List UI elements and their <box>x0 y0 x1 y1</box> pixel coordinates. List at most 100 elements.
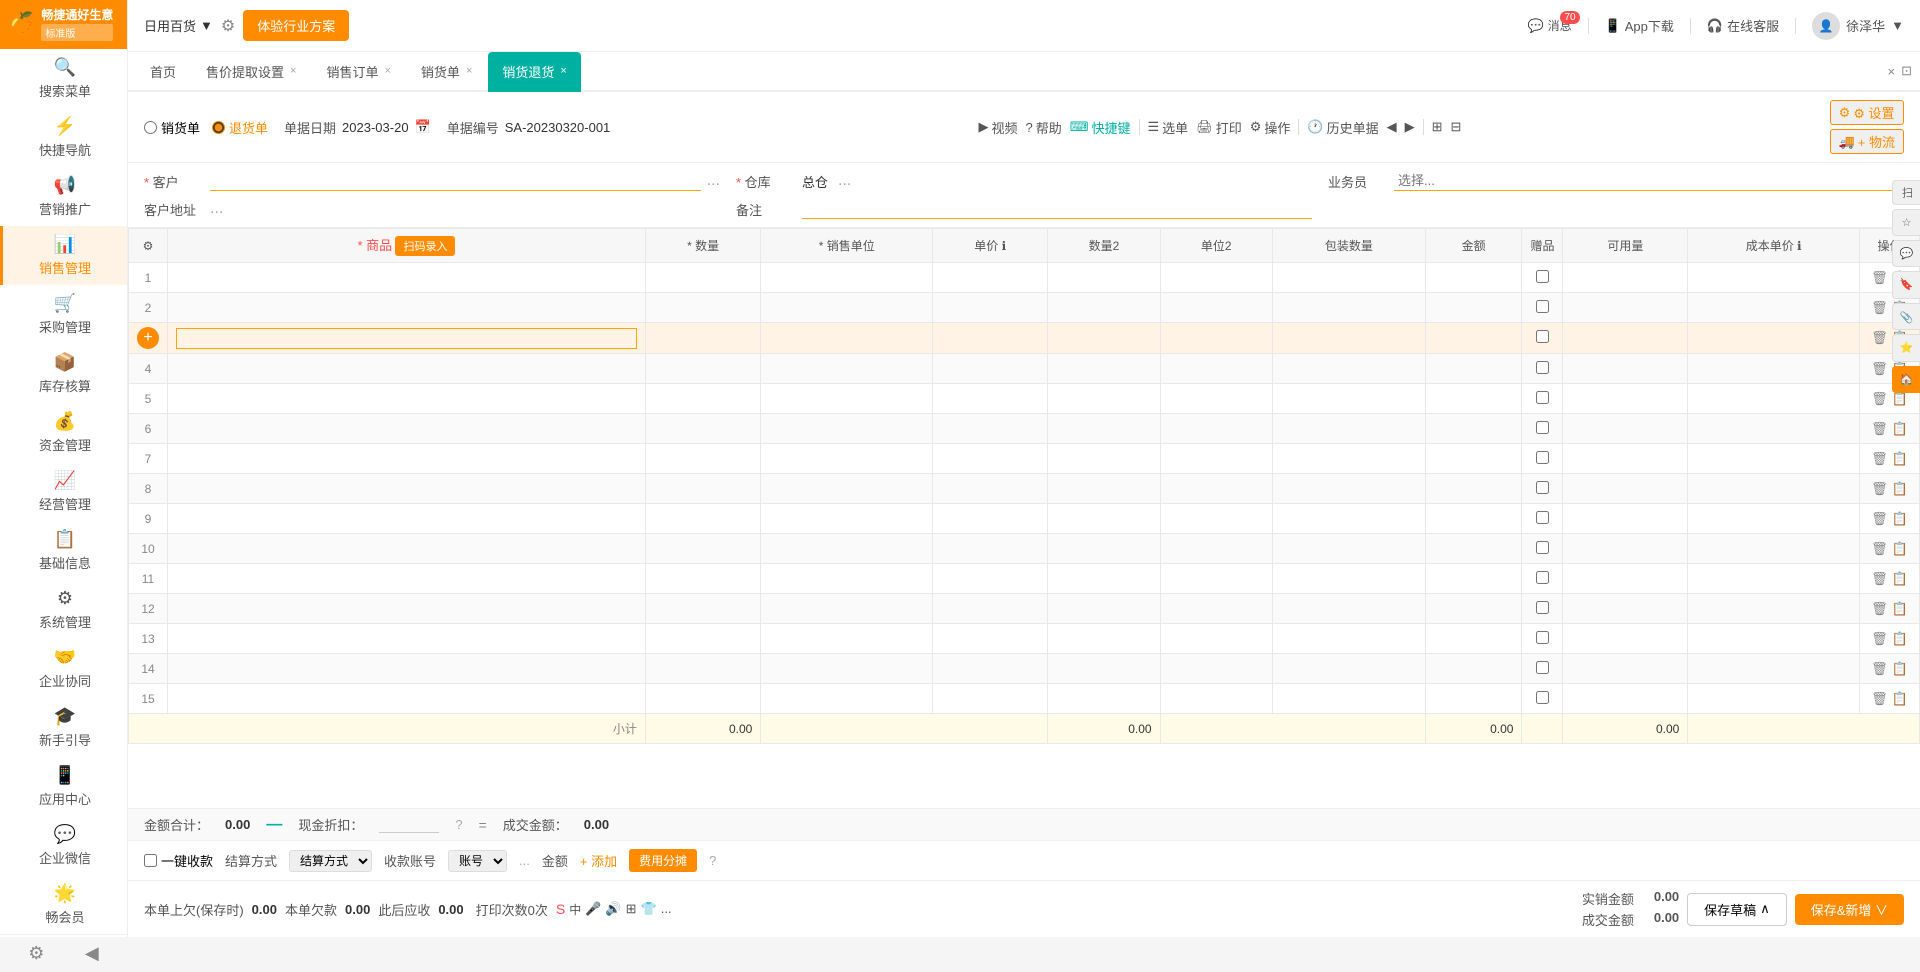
unit_price-cell[interactable] <box>933 293 1048 323</box>
amount-cell[interactable] <box>1425 474 1522 504</box>
gift-cell[interactable] <box>1522 444 1563 474</box>
chat-panel-btn[interactable]: 💬 <box>1892 240 1920 267</box>
sidebar-item-quicknav[interactable]: ⚡ 快捷导航 <box>0 108 127 167</box>
star-panel-btn[interactable]: ⭐ <box>1892 334 1920 361</box>
quantity2-cell[interactable] <box>1048 624 1160 654</box>
fee-button[interactable]: 费用分摊 <box>629 849 697 872</box>
unit2-cell[interactable] <box>1160 293 1272 323</box>
tab-sales-return[interactable]: 销货退货 × <box>488 52 580 92</box>
product-input[interactable] <box>176 328 637 349</box>
gift-checkbox[interactable] <box>1536 361 1549 374</box>
delete-icon[interactable]: 🗑 <box>1871 571 1888 586</box>
sidebar-item-member[interactable]: 🌟 畅会员 <box>0 875 127 934</box>
scan-panel-btn[interactable]: 扫 <box>1892 180 1920 205</box>
cash-discount-input[interactable] <box>379 817 439 833</box>
tab-sales-delivery[interactable]: 销货单 × <box>407 52 486 92</box>
unit_price-cell[interactable] <box>933 564 1048 594</box>
sidebar-settings-icon[interactable]: ⚙ <box>28 943 44 964</box>
gift-checkbox[interactable] <box>1536 691 1549 704</box>
gift-checkbox[interactable] <box>1536 451 1549 464</box>
add-row-button[interactable]: + <box>137 327 159 349</box>
account-select[interactable]: 账号 <box>448 850 507 872</box>
copy-icon[interactable]: 📋 <box>1892 571 1908 586</box>
quantity-cell[interactable] <box>645 594 760 624</box>
pack_qty-cell[interactable] <box>1272 263 1425 293</box>
history-btn[interactable]: 🕐 历史单据 <box>1307 118 1378 137</box>
pack_qty-cell[interactable] <box>1272 384 1425 414</box>
pack_qty-cell[interactable] <box>1272 654 1425 684</box>
sales_unit-cell[interactable] <box>761 624 933 654</box>
sales_unit-cell[interactable] <box>761 594 933 624</box>
sales_unit-cell[interactable] <box>761 384 933 414</box>
sales_unit-cell[interactable] <box>761 534 933 564</box>
amount-cell[interactable] <box>1425 594 1522 624</box>
save-new-button[interactable]: 保存&新增 ∨ <box>1795 894 1904 925</box>
sales_unit-cell[interactable] <box>761 564 933 594</box>
delete-icon[interactable]: 🗑 <box>1871 300 1888 315</box>
logistics-button[interactable]: 🚚 + 物流 <box>1830 129 1904 154</box>
next-btn[interactable]: ▶ <box>1405 119 1415 135</box>
tab-price-extract[interactable]: 售价提取设置 × <box>192 52 310 92</box>
sidebar-item-operations[interactable]: 📈 经营管理 <box>0 462 127 521</box>
sales_unit-cell[interactable] <box>761 504 933 534</box>
gift-cell[interactable] <box>1522 293 1563 323</box>
gift-checkbox[interactable] <box>1536 511 1549 524</box>
delete-icon[interactable]: 🗑 <box>1871 421 1888 436</box>
product-cell[interactable] <box>168 263 646 293</box>
quantity2-cell[interactable] <box>1048 564 1160 594</box>
customer-input[interactable] <box>210 171 701 191</box>
quantity2-cell[interactable] <box>1048 444 1160 474</box>
settings-button[interactable]: ⚙ ⚙ 设置 <box>1830 100 1904 125</box>
pack_qty-cell[interactable] <box>1272 684 1425 714</box>
amount-cell[interactable] <box>1425 654 1522 684</box>
unit_price-cell[interactable] <box>933 684 1048 714</box>
tab-close-icon[interactable]: × <box>466 65 472 77</box>
bookmark-panel-btn[interactable]: ☆ <box>1892 209 1920 236</box>
product-cell[interactable] <box>168 534 646 564</box>
quantity-cell[interactable] <box>645 323 760 354</box>
gift-cell[interactable] <box>1522 624 1563 654</box>
gift-cell[interactable] <box>1522 504 1563 534</box>
unit2-cell[interactable] <box>1160 654 1272 684</box>
gift-checkbox[interactable] <box>1536 631 1549 644</box>
sales_unit-cell[interactable] <box>761 414 933 444</box>
sidebar-item-app[interactable]: 📱 应用中心 <box>0 757 127 816</box>
sidebar-item-marketing[interactable]: 📢 营销推广 <box>0 167 127 226</box>
product-cell[interactable] <box>168 564 646 594</box>
delete-icon[interactable]: 🗑 <box>1871 661 1888 676</box>
product-cell[interactable] <box>168 323 646 354</box>
copy-icon[interactable]: 📋 <box>1892 541 1908 556</box>
unit2-cell[interactable] <box>1160 534 1272 564</box>
sales_unit-cell[interactable] <box>761 323 933 354</box>
sidebar-collapse-icon[interactable]: ◀ <box>85 943 99 964</box>
video-btn[interactable]: ▶ 视频 <box>978 118 1017 137</box>
delete-icon[interactable]: 🗑 <box>1871 330 1888 345</box>
product-cell[interactable] <box>168 684 646 714</box>
attachment-panel-btn[interactable]: 📎 <box>1892 303 1920 330</box>
select-btn[interactable]: ☰ 选单 <box>1148 118 1189 137</box>
warehouse-dots[interactable]: ... <box>838 172 851 190</box>
tab-close-icon[interactable]: × <box>560 65 566 77</box>
quantity-cell[interactable] <box>645 534 760 564</box>
copy-icon[interactable]: 📋 <box>1892 661 1908 676</box>
gift-cell[interactable] <box>1522 384 1563 414</box>
pack_qty-cell[interactable] <box>1272 504 1425 534</box>
unit2-cell[interactable] <box>1160 354 1272 384</box>
operation-btn[interactable]: ⚙ 操作 <box>1250 118 1291 137</box>
sales_unit-cell[interactable] <box>761 263 933 293</box>
sales_unit-cell[interactable] <box>761 474 933 504</box>
sales_unit-cell[interactable] <box>761 684 933 714</box>
gift-cell[interactable] <box>1522 654 1563 684</box>
delete-icon[interactable]: 🗑 <box>1871 361 1888 376</box>
category-selector[interactable]: 日用百货 ▼ <box>144 16 213 35</box>
sales_unit-cell[interactable] <box>761 654 933 684</box>
unit_price-cell[interactable] <box>933 444 1048 474</box>
sales_unit-cell[interactable] <box>761 444 933 474</box>
product-cell[interactable] <box>168 384 646 414</box>
radio-sales-delivery-input[interactable] <box>144 121 157 134</box>
copy-icon[interactable]: 📋 <box>1892 601 1908 616</box>
unit_price-cell[interactable] <box>933 624 1048 654</box>
print-btn[interactable]: 🖨 打印 <box>1196 118 1242 137</box>
quantity2-cell[interactable] <box>1048 504 1160 534</box>
quantity2-cell[interactable] <box>1048 293 1160 323</box>
